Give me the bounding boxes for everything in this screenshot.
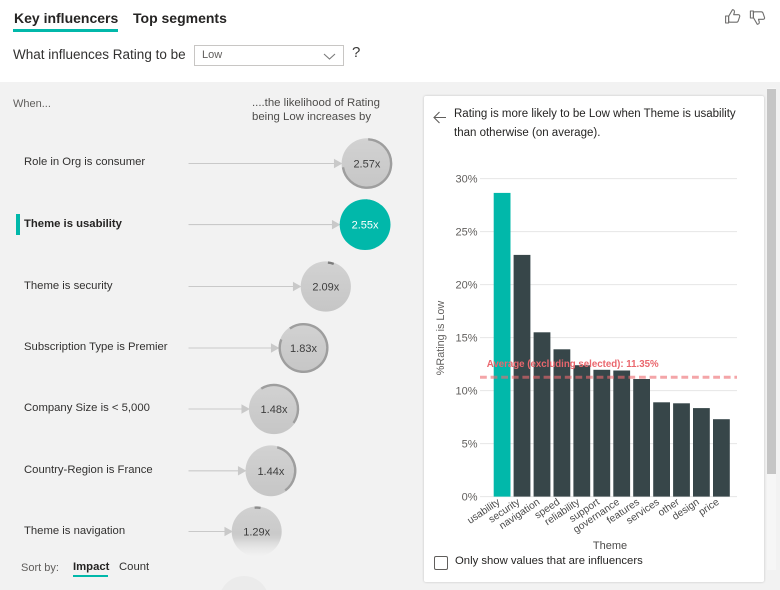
svg-text:2.57x: 2.57x bbox=[353, 159, 380, 171]
svg-text:price: price bbox=[697, 497, 722, 519]
svg-text:5%: 5% bbox=[462, 439, 478, 451]
svg-text:30%: 30% bbox=[455, 174, 477, 186]
svg-text:Theme: Theme bbox=[593, 540, 627, 552]
svg-text:1.29x: 1.29x bbox=[243, 527, 270, 539]
svg-text:10%: 10% bbox=[455, 386, 477, 398]
svg-text:1.48x: 1.48x bbox=[261, 404, 288, 416]
svg-text:1.44x: 1.44x bbox=[257, 466, 284, 478]
svg-text:2.09x: 2.09x bbox=[312, 282, 339, 294]
svg-text:%Rating is Low: %Rating is Low bbox=[435, 301, 447, 376]
svg-text:2.55x: 2.55x bbox=[352, 220, 379, 232]
svg-text:1.83x: 1.83x bbox=[290, 343, 317, 355]
svg-text:25%: 25% bbox=[455, 227, 477, 239]
svg-text:20%: 20% bbox=[455, 280, 477, 292]
svg-text:Average (excluding selected):: Average (excluding selected): 11.35% bbox=[487, 359, 659, 370]
svg-text:0%: 0% bbox=[462, 492, 478, 504]
svg-text:15%: 15% bbox=[455, 333, 477, 345]
